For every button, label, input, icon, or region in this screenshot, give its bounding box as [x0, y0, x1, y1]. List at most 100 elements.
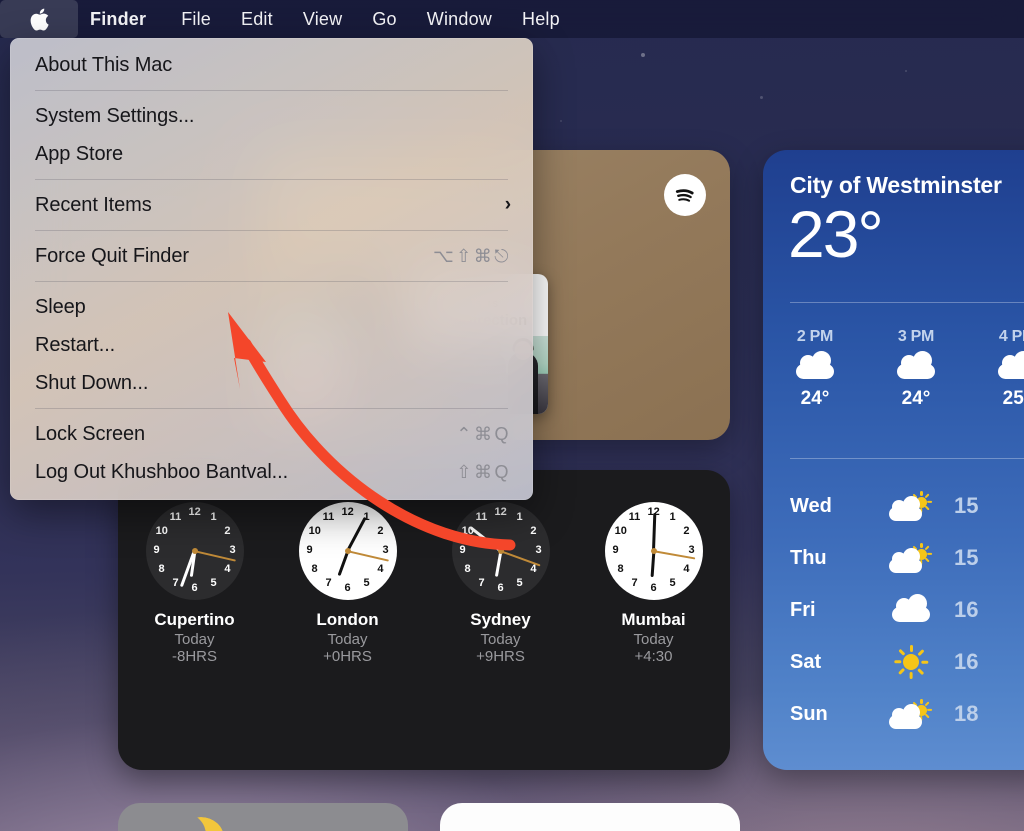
clock-hour-number: 10: [614, 525, 627, 537]
daily-forecast-row: Sun 18: [790, 688, 1024, 740]
clock-center-pin: [344, 548, 351, 554]
clock-hour-number: 6: [497, 582, 504, 594]
weather-hourly-forecast: 2 PM 24° 3 PM 24° 4 PM 25°: [790, 328, 1024, 410]
menu-item-system-settings[interactable]: System Settings...: [10, 97, 533, 135]
menu-item-label: About This Mac: [35, 53, 173, 76]
bottom-widget-partial-gray[interactable]: [118, 803, 408, 831]
menu-separator: [35, 281, 508, 282]
hourly-time: 3 PM: [897, 328, 935, 345]
clock-hour-number: 6: [650, 582, 657, 594]
menu-item-label: System Settings...: [35, 104, 195, 127]
clock-hour-hand: [494, 550, 503, 577]
menubar-item-help[interactable]: Help: [507, 0, 575, 38]
menubar-item-finder[interactable]: Finder: [78, 0, 166, 38]
hourly-temp: 25°: [1002, 388, 1024, 409]
clock-hour-number: 9: [459, 544, 466, 556]
menubar-item-edit[interactable]: Edit: [226, 0, 288, 38]
clock-cell: 12 1 2 3 4 5 6 7 8 9 10 11 Cupertino Today -8HRS: [125, 502, 265, 665]
weather-widget[interactable]: City of Westminster 23° 2 PM 24° 3 PM 24…: [763, 150, 1024, 770]
clock-hour-number: 2: [377, 525, 384, 537]
clock-hour-number: 5: [669, 576, 676, 589]
clock-minute-hand: [346, 516, 367, 552]
hourly-forecast-item: 2 PM 24°: [790, 328, 840, 410]
clock-hour-number: 10: [308, 525, 321, 537]
menu-item-shortcut: ⇧⌘Q: [456, 461, 511, 482]
menu-bar: Finder File Edit View Go Window Help: [0, 0, 1024, 38]
clock-hour-number: 7: [478, 576, 485, 589]
hourly-forecast-item: 3 PM 24°: [891, 328, 941, 410]
menu-item-about-this-mac[interactable]: About This Mac: [10, 46, 533, 84]
clock-city-name: Cupertino: [154, 610, 235, 629]
menubar-item-file[interactable]: File: [166, 0, 226, 38]
menu-separator: [35, 230, 508, 231]
clock-face: 121234567891011: [604, 502, 703, 600]
menu-item-force-quit-finder[interactable]: Force Quit Finder ⌥⇧⌘⎋: [10, 237, 533, 275]
clock-minute-hand: [469, 526, 502, 553]
clock-hour-number: 7: [172, 576, 179, 589]
cloud-icon: [790, 346, 840, 388]
daily-low-temp: 16: [954, 597, 979, 622]
apple-menu-dropdown[interactable]: About This Mac System Settings... App Stor…: [10, 38, 533, 500]
hourly-forecast-item: 4 PM 25°: [992, 328, 1024, 410]
clock-hour-number: 7: [325, 576, 332, 589]
clock-offset-label: +9HRS: [476, 648, 525, 665]
clock-day-label: Today: [480, 631, 521, 648]
menu-item-label: Force Quit Finder: [35, 244, 189, 267]
clock-hour-number: 6: [191, 582, 198, 594]
partly-cloudy-icon: [868, 699, 954, 729]
daily-forecast-row: Thu 15: [790, 532, 1024, 584]
bottom-widget-partial-white[interactable]: [440, 803, 740, 831]
menubar-item-go[interactable]: Go: [357, 0, 411, 38]
menu-item-label: Shut Down...: [35, 371, 149, 394]
clock-hour-number: 3: [535, 544, 542, 556]
clock-hour-number: 2: [683, 525, 690, 537]
menu-item-label: Log Out Khushboo Bantval...: [35, 460, 289, 483]
clock-offset-label: +0HRS: [323, 648, 372, 665]
menu-item-shut-down[interactable]: Shut Down...: [10, 364, 533, 402]
menu-item-restart[interactable]: Restart...: [10, 326, 533, 364]
hourly-temp: 24°: [901, 388, 931, 409]
clock-hour-number: 5: [363, 576, 370, 589]
clock-hour-number: 8: [464, 563, 471, 575]
menubar-item-view[interactable]: View: [288, 0, 358, 38]
clock-hour-hand: [337, 550, 350, 577]
daily-forecast-row: Fri 16: [790, 584, 1024, 636]
clock-city-name: Sydney: [470, 610, 531, 629]
menu-item-recent-items[interactable]: Recent Items ›: [10, 186, 533, 224]
clock-hour-number: 8: [158, 563, 165, 575]
cloud-icon: [992, 346, 1024, 388]
menu-item-lock-screen[interactable]: Lock Screen ⌃⌘Q: [10, 415, 533, 453]
clock-hour-number: 12: [188, 506, 201, 518]
spotify-logo-icon: [664, 174, 706, 216]
clock-hour-number: 5: [516, 576, 523, 589]
daily-day-name: Wed: [790, 494, 832, 517]
daily-forecast-row: Sat 16: [790, 636, 1024, 688]
clock-hour-number: 9: [612, 544, 619, 556]
world-clock-widget[interactable]: 12 1 2 3 4 5 6 7 8 9 10 11 Cupertino Today -8HRS 12 1 2 3 4…: [118, 470, 730, 770]
menu-item-sleep[interactable]: Sleep: [10, 288, 533, 326]
clock-minute-hand: [652, 512, 657, 552]
clock-offset-label: -8HRS: [171, 648, 217, 665]
clock-hour-number: 8: [617, 563, 624, 575]
clock-day-label: Today: [327, 631, 368, 648]
menu-separator: [35, 179, 508, 180]
daily-forecast-row: Wed 15: [790, 480, 1024, 532]
clock-hour-number: 10: [155, 525, 168, 537]
menu-item-label: Sleep: [35, 295, 86, 318]
menu-item-log-out-khushboo-bantval[interactable]: Log Out Khushboo Bantval... ⇧⌘Q: [10, 453, 533, 491]
clock-center-pin: [650, 548, 657, 554]
clock-day-label: Today: [633, 631, 674, 648]
daily-day-name: Thu: [790, 546, 827, 569]
clock-hour-number: 4: [377, 563, 384, 575]
clock-hour-number: 1: [516, 511, 523, 524]
daily-day-name: Sun: [790, 702, 828, 725]
menubar-item-window[interactable]: Window: [412, 0, 507, 38]
menu-item-app-store[interactable]: App Store: [10, 135, 533, 173]
cloud-icon: [891, 346, 941, 388]
daily-day-name: Fri: [790, 598, 816, 621]
apple-logo-icon[interactable]: [0, 0, 78, 38]
daily-low-temp: 16: [954, 649, 979, 674]
clock-hour-number: 12: [341, 506, 354, 518]
hourly-temp: 24°: [800, 388, 830, 409]
menu-item-shortcut: ⌃⌘Q: [456, 423, 511, 444]
